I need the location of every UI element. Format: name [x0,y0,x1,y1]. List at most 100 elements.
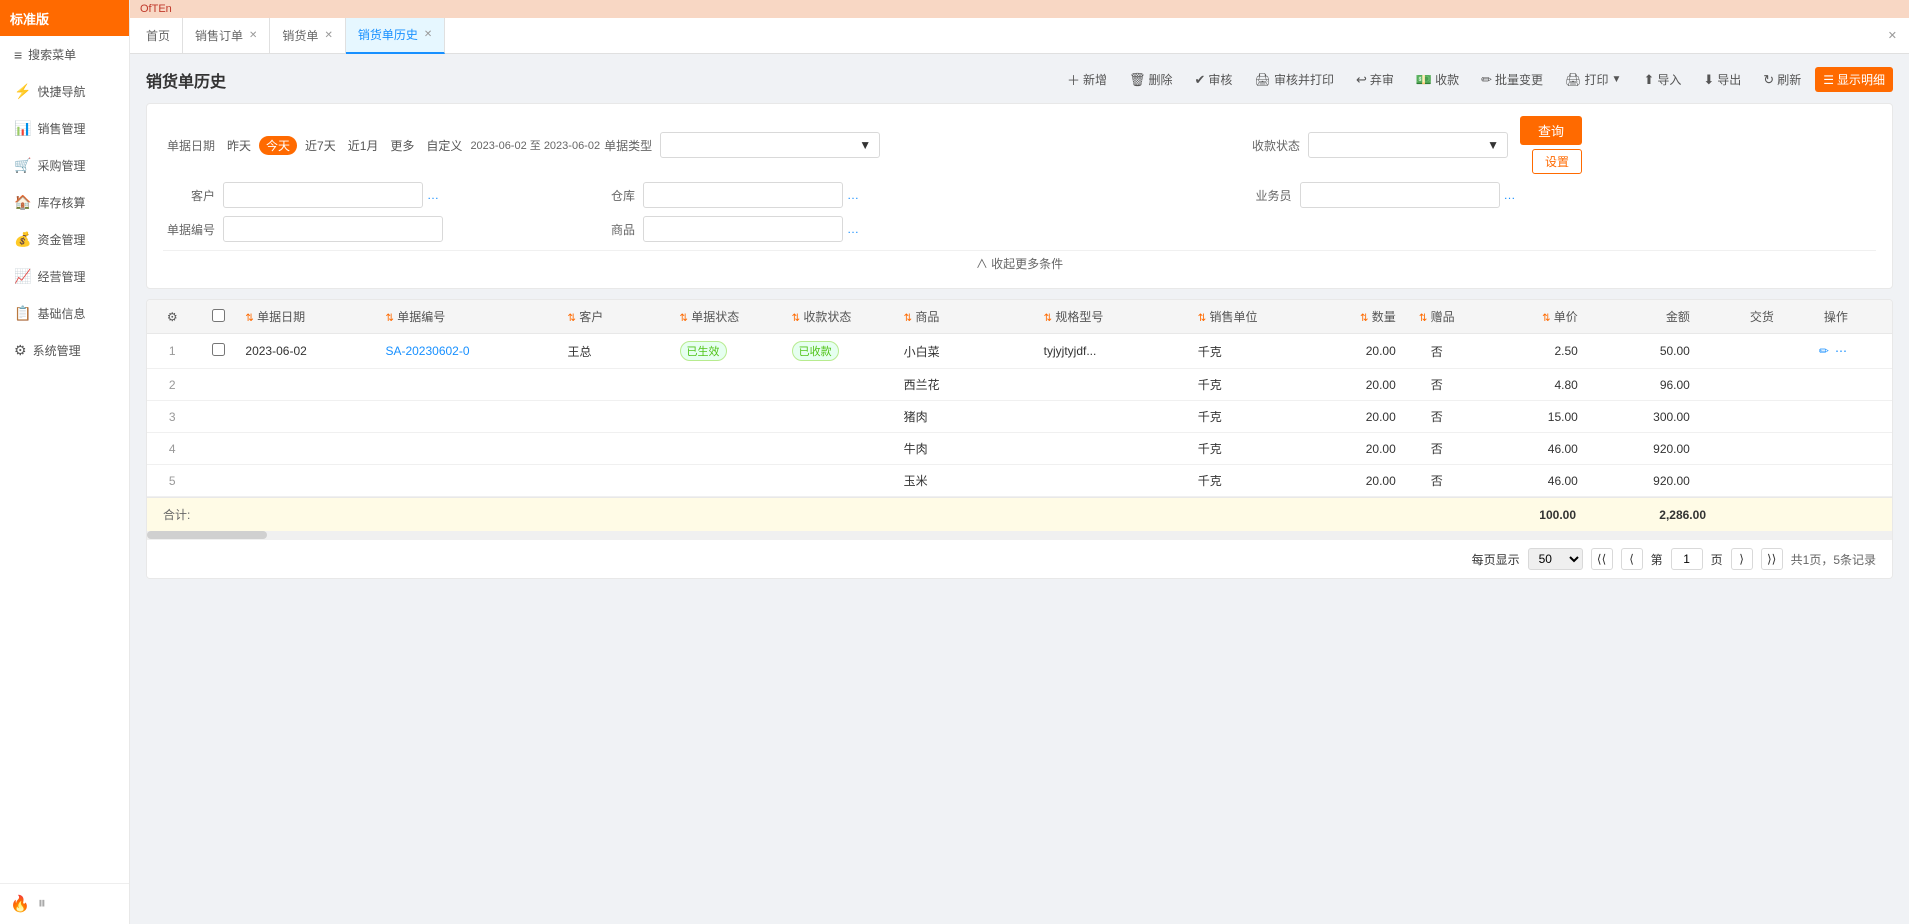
date-shortcut-more[interactable]: 更多 [386,136,418,155]
doc-no-link[interactable]: SA-20230602-0 [385,344,469,358]
staff-filter-input[interactable] [1300,182,1500,208]
prev-page-button[interactable]: ⟨ [1621,548,1643,570]
summary-label: 合计: [163,506,190,523]
abandon-button[interactable]: ↩ 弃审 [1348,67,1402,92]
batch-change-button[interactable]: ✏ 批量变更 [1473,67,1551,92]
sidebar-settings-icon[interactable]: 🔥 [10,894,30,914]
sidebar-item-finance[interactable]: 💰 资金管理 [0,221,129,258]
sidebar-item-basic-info[interactable]: 📋 基础信息 [0,295,129,332]
col-status[interactable]: ⇅ 单据状态 [674,300,786,334]
sidebar-item-purchase-mgmt[interactable]: 🛒 采购管理 [0,147,129,184]
sort-icon-price: ⇅ [1542,313,1550,324]
tab-sales-history-close[interactable]: ✕ [424,29,432,40]
col-date[interactable]: ⇅ 单据日期 [239,300,379,334]
page-unit: 页 [1711,551,1723,568]
page-title: 销货单历史 [146,68,226,92]
tab-sales-order[interactable]: 销售订单 ✕ [183,18,270,54]
tab-sales-goods-close[interactable]: ✕ [324,30,332,41]
tab-sales-history-label: 销货单历史 [358,26,418,43]
sidebar-item-operations[interactable]: 📈 经营管理 [0,258,129,295]
query-button[interactable]: 查询 [1520,116,1582,145]
print-button[interactable]: 🖨 打印 ▼ [1557,67,1629,92]
tab-sales-goods[interactable]: 销货单 ✕ [270,18,345,54]
next-page-button[interactable]: ⟩ [1731,548,1753,570]
date-shortcut-1month[interactable]: 近1月 [344,136,383,155]
quick-nav-icon: ⚡ [14,83,31,100]
col-qty[interactable]: ⇅ 数量 [1304,300,1402,334]
goods-filter-label: 商品 [583,221,643,238]
col-settings[interactable]: ⚙ [147,300,197,334]
page-size-select[interactable]: 50 100 200 [1528,548,1583,570]
sidebar-item-search-menu[interactable]: ≡ 搜索菜单 [0,36,129,73]
tab-sales-order-close[interactable]: ✕ [249,30,257,41]
pay-status-filter-select[interactable]: ▼ [1308,132,1508,158]
page-header: 销货单历史 ＋ 新增 🗑 删除 ✔ 审核 🖨 审核并打印 [146,66,1893,93]
col-unit[interactable]: ⇅ 销售单位 [1192,300,1304,334]
date-shortcut-today[interactable]: 今天 [259,136,297,155]
date-shortcut-7days[interactable]: 近7天 [301,136,340,155]
set-button[interactable]: 设置 [1532,149,1582,174]
sidebar-item-sys-mgmt[interactable]: ⚙ 系统管理 [0,332,129,369]
warehouse-dotdotdot[interactable]: … [847,188,859,202]
sidebar-item-label: 采购管理 [37,157,85,174]
col-customer[interactable]: ⇅ 客户 [562,300,674,334]
delete-button[interactable]: 🗑 删除 [1121,67,1181,92]
type-filter-select[interactable]: ▼ [660,132,880,158]
sidebar-item-sales-mgmt[interactable]: 📊 销售管理 [0,110,129,147]
date-shortcut-custom[interactable]: 自定义 [422,136,466,155]
display-detail-button[interactable]: ☰ 显示明细 [1815,67,1893,92]
sidebar-item-inventory[interactable]: 🏠 库存核算 [0,184,129,221]
print-icon: 🖨 [1565,72,1582,88]
more-action-button[interactable]: ⋯ [1835,344,1847,358]
collect-button[interactable]: 💵 收款 [1408,67,1467,92]
sidebar-item-quick-nav[interactable]: ⚡ 快捷导航 [0,73,129,110]
warehouse-filter-input[interactable] [643,182,843,208]
filter-area: 单据日期 昨天 今天 近7天 近1月 更多 自定义 2023-06-02 至 2… [146,103,1893,289]
sort-icon-qty: ⇅ [1360,313,1368,324]
page-number-input[interactable]: 1 [1671,548,1703,570]
col-spec[interactable]: ⇅ 规格型号 [1038,300,1192,334]
export-button[interactable]: ⬇ 导出 [1695,67,1749,92]
tab-sales-history[interactable]: 销货单历史 ✕ [346,18,445,54]
col-goods[interactable]: ⇅ 商品 [898,300,1038,334]
first-page-button[interactable]: ⟨⟨ [1591,548,1613,570]
goods-filter-input[interactable] [643,216,843,242]
date-range: 2023-06-02 至 2023-06-02 [470,137,600,153]
col-no[interactable]: ⇅ 单据编号 [379,300,561,334]
row-checkbox[interactable] [212,343,225,356]
scrollbar-thumb[interactable] [147,531,267,539]
tab-home[interactable]: 首页 [134,18,183,54]
sys-mgmt-icon: ⚙ [14,342,27,359]
horizontal-scrollbar[interactable] [147,531,1892,539]
staff-filter-label: 业务员 [1240,187,1300,204]
warehouse-filter-label: 仓库 [583,187,643,204]
docno-filter-input[interactable] [223,216,443,242]
sidebar-collapse-icon[interactable]: ⏸ [38,895,46,913]
select-all-checkbox[interactable] [212,309,225,322]
import-button[interactable]: ⬆ 导入 [1635,67,1689,92]
goods-dotdotdot[interactable]: … [847,222,859,236]
audit-print-button[interactable]: 🖨 审核并打印 [1246,67,1342,92]
sort-icon-goods: ⇅ [904,313,912,324]
edit-action-button[interactable]: ✏ [1819,344,1829,358]
docno-filter-label: 单据编号 [163,221,223,238]
window-close-icon[interactable]: ✕ [1888,29,1897,42]
customer-dotdotdot[interactable]: … [427,188,439,202]
finance-icon: 💰 [14,231,31,248]
col-price[interactable]: ⇅ 单价 [1472,300,1584,334]
sidebar-bottom: 🔥 ⏸ [0,883,129,924]
col-check[interactable] [197,300,239,334]
col-gift[interactable]: ⇅ 赠品 [1402,300,1472,334]
customer-filter-input[interactable] [223,182,423,208]
settings-icon[interactable]: ⚙ [167,310,178,324]
date-shortcut-yesterday[interactable]: 昨天 [223,136,255,155]
pay-status-filter-label: 收款状态 [1248,137,1308,154]
staff-dotdotdot[interactable]: … [1504,188,1516,202]
audit-button[interactable]: ✔ 审核 [1187,67,1241,92]
col-pay-status[interactable]: ⇅ 收款状态 [786,300,898,334]
refresh-button[interactable]: ↻ 刷新 [1755,67,1809,92]
new-button[interactable]: ＋ 新增 [1059,66,1115,93]
collapse-button[interactable]: ∧ 收起更多条件 [163,250,1876,276]
sort-icon-gift: ⇅ [1419,313,1427,324]
last-page-button[interactable]: ⟩⟩ [1761,548,1783,570]
